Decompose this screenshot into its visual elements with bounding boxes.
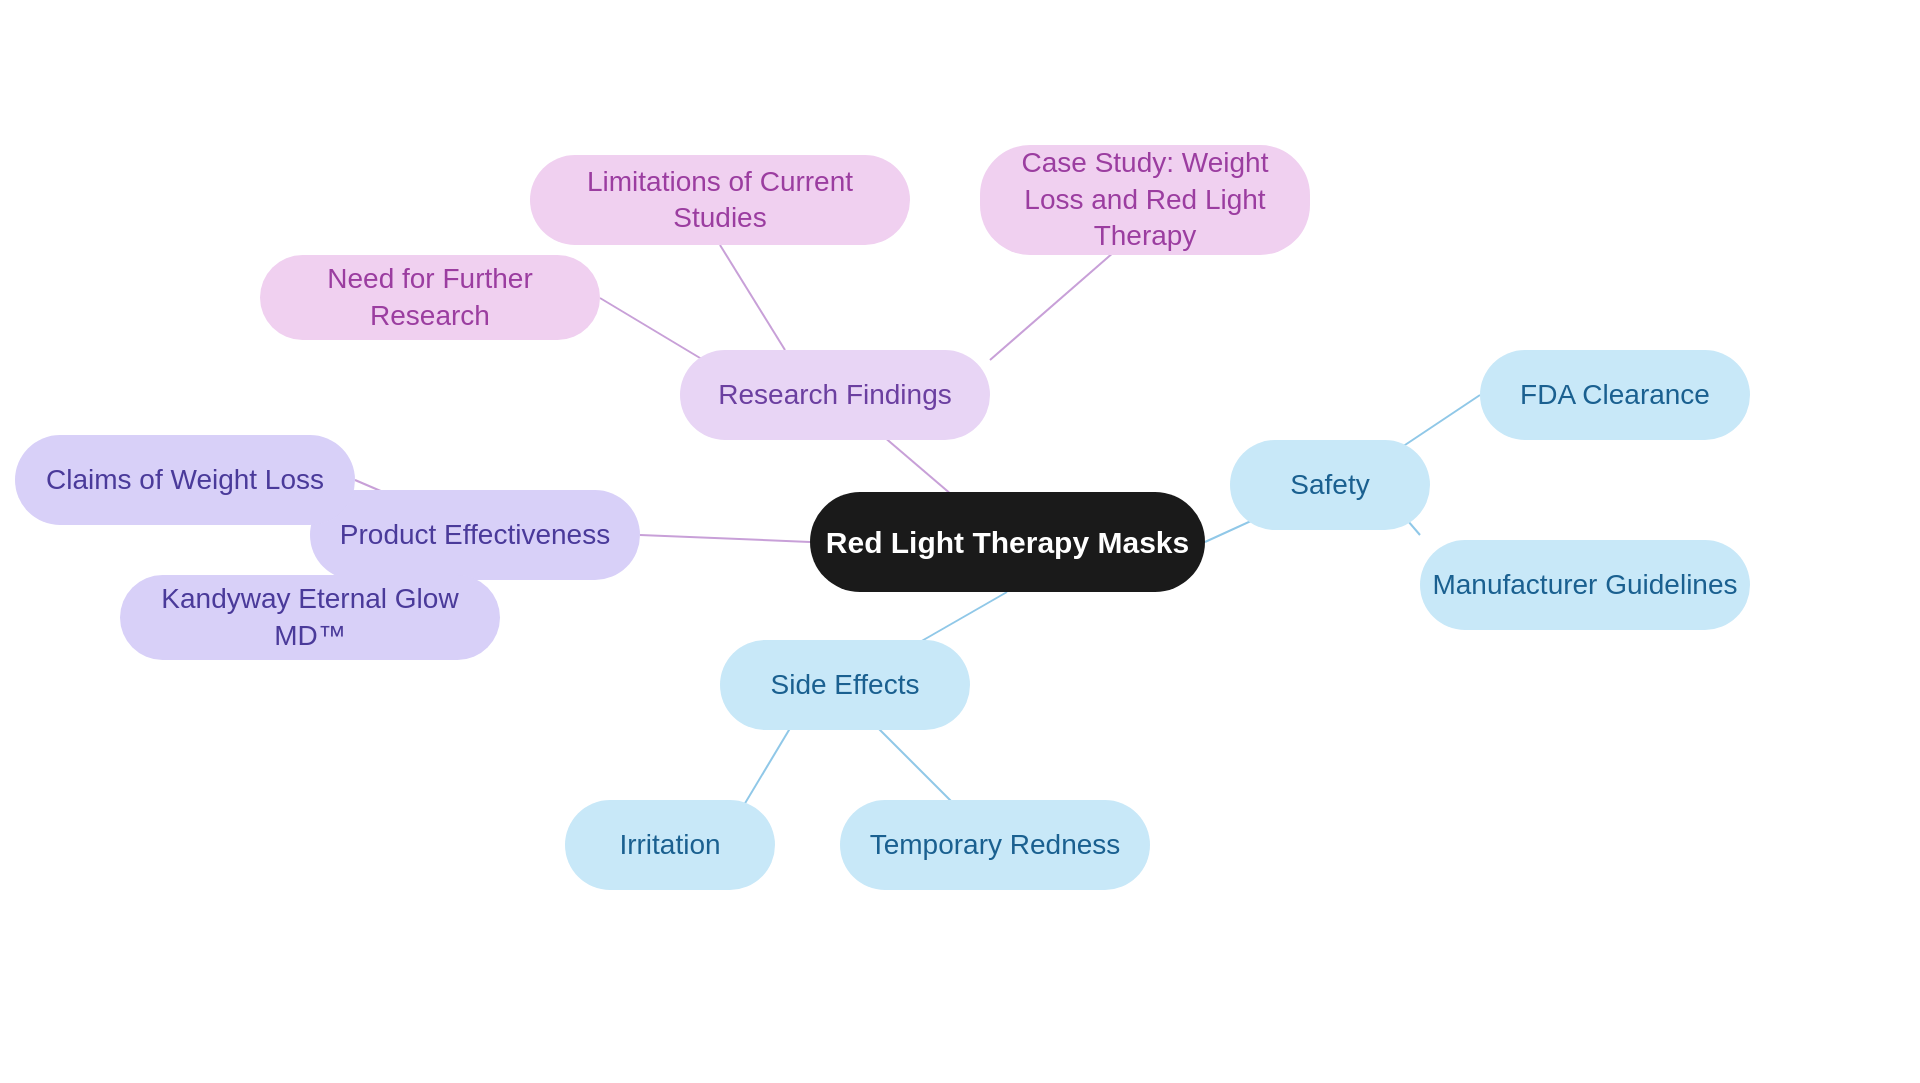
center-label: Red Light Therapy Masks xyxy=(816,523,1199,562)
manufacturer-guidelines-label: Manufacturer Guidelines xyxy=(1422,567,1747,603)
kandyway-label: Kandyway Eternal Glow MD™ xyxy=(120,581,500,654)
need-further-label: Need for Further Research xyxy=(260,261,600,334)
svg-line-4 xyxy=(640,535,810,542)
temporary-redness-node: Temporary Redness xyxy=(840,800,1150,890)
limitations-label: Limitations of Current Studies xyxy=(530,164,910,237)
irritation-label: Irritation xyxy=(609,827,730,863)
fda-clearance-label: FDA Clearance xyxy=(1510,377,1720,413)
side-effects-node: Side Effects xyxy=(720,640,970,730)
claims-weight-loss-label: Claims of Weight Loss xyxy=(36,462,334,498)
irritation-node: Irritation xyxy=(565,800,775,890)
case-study-label: Case Study: Weight Loss and Red Light Th… xyxy=(980,145,1310,254)
svg-line-1 xyxy=(720,245,785,350)
product-effectiveness-node: Product Effectiveness xyxy=(310,490,640,580)
manufacturer-guidelines-node: Manufacturer Guidelines xyxy=(1420,540,1750,630)
safety-label: Safety xyxy=(1280,467,1379,503)
center-node: Red Light Therapy Masks xyxy=(810,492,1205,592)
side-effects-label: Side Effects xyxy=(761,667,930,703)
research-findings-node: Research Findings xyxy=(680,350,990,440)
safety-node: Safety xyxy=(1230,440,1430,530)
research-findings-label: Research Findings xyxy=(708,377,961,413)
kandyway-node: Kandyway Eternal Glow MD™ xyxy=(120,575,500,660)
product-effectiveness-label: Product Effectiveness xyxy=(330,517,620,553)
fda-clearance-node: FDA Clearance xyxy=(1480,350,1750,440)
need-further-research-node: Need for Further Research xyxy=(260,255,600,340)
limitations-node: Limitations of Current Studies xyxy=(530,155,910,245)
claims-weight-loss-node: Claims of Weight Loss xyxy=(15,435,355,525)
temporary-redness-label: Temporary Redness xyxy=(860,827,1131,863)
case-study-node: Case Study: Weight Loss and Red Light Th… xyxy=(980,145,1310,255)
